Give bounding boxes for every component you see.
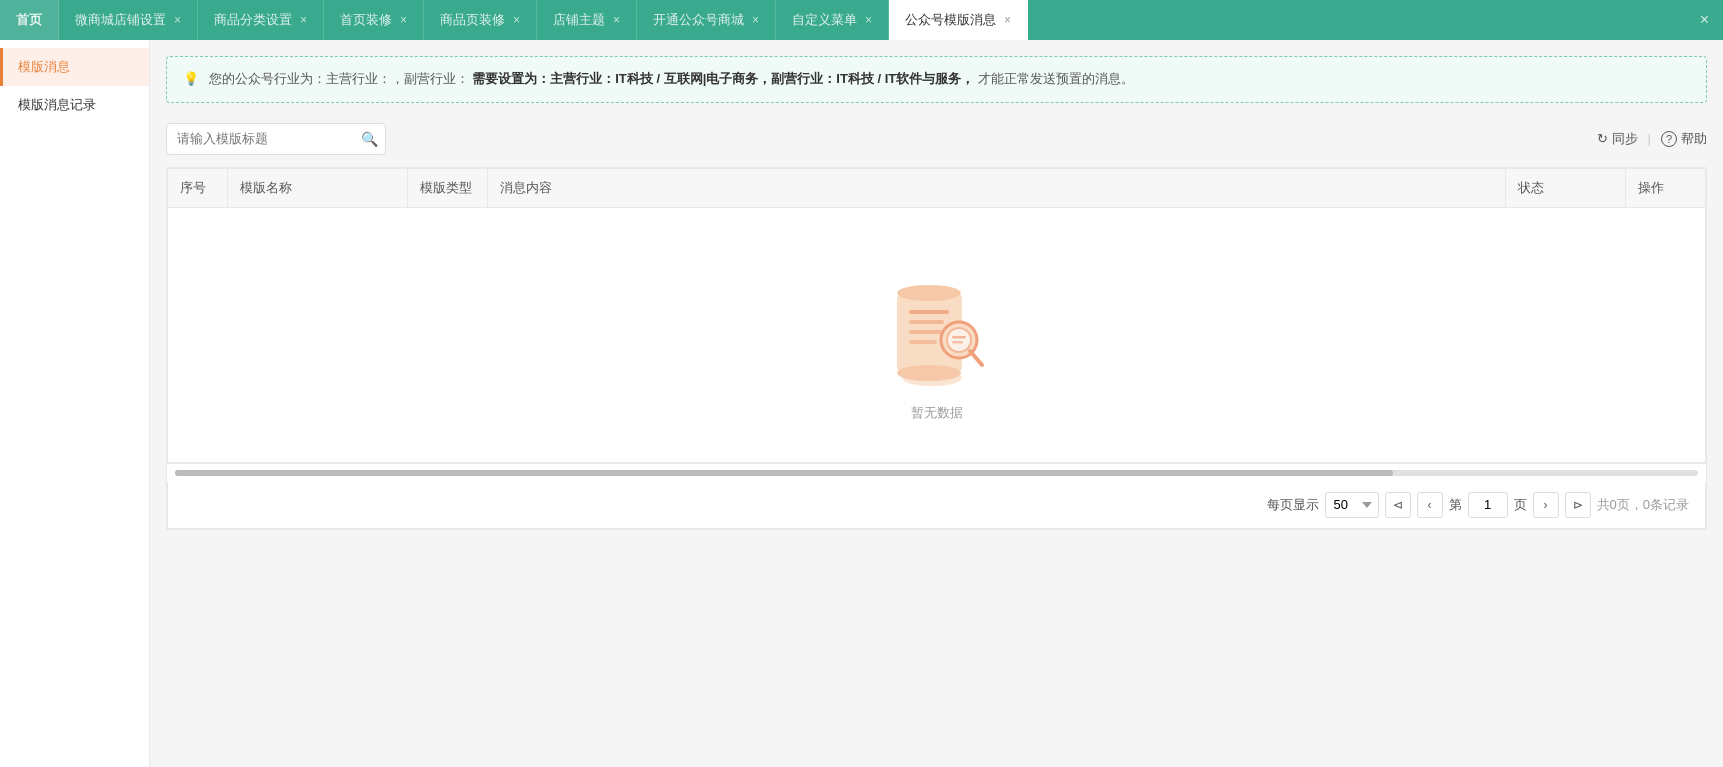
tab-close-open-wechat[interactable]: × (752, 13, 759, 27)
col-header-name: 模版名称 (228, 168, 408, 207)
help-icon: ? (1661, 131, 1677, 147)
toolbar-divider: | (1648, 131, 1651, 146)
table-container: 序号模版名称模版类型消息内容状态操作 (166, 167, 1707, 530)
tab-label: 商品分类设置 (214, 11, 292, 29)
page-prefix: 第 (1449, 496, 1462, 514)
svg-point-9 (947, 328, 971, 352)
search-bar: 🔍 ↻ 同步 | ? 帮助 (166, 123, 1707, 155)
page-size-select[interactable]: 50 10 20 100 (1325, 492, 1379, 518)
tab-bar: 首页微商城店铺设置×商品分类设置×首页装修×商品页装修×店铺主题×开通公众号商城… (0, 0, 1723, 40)
svg-rect-7 (909, 340, 937, 344)
search-input-wrap: 🔍 (166, 123, 386, 155)
tab-open-wechat[interactable]: 开通公众号商城 × (637, 0, 776, 40)
sidebar-item-template-msg-record[interactable]: 模版消息记录 (0, 86, 149, 124)
empty-state: 暂无数据 (168, 208, 1705, 462)
help-label: 帮助 (1681, 130, 1707, 148)
scrollbar-track[interactable] (175, 470, 1698, 476)
tab-product-decoration[interactable]: 商品页装修 × (424, 0, 537, 40)
notice-suffix: 才能正常发送预置的消息。 (978, 71, 1134, 86)
next-page-button[interactable]: › (1533, 492, 1559, 518)
tab-close-category-settings[interactable]: × (300, 13, 307, 27)
tab-close-shop-theme[interactable]: × (613, 13, 620, 27)
notice-box: 💡 您的公众号行业为：主营行业：，副营行业： 需要设置为：主营行业：IT科技 /… (166, 56, 1707, 103)
sidebar: 模版消息模版消息记录 (0, 40, 150, 767)
sidebar-item-template-msg[interactable]: 模版消息 (0, 48, 149, 86)
tab-label: 公众号模版消息 (905, 11, 996, 29)
tab-label: 首页装修 (340, 11, 392, 29)
tab-close-shop-settings[interactable]: × (174, 13, 181, 27)
tab-shop-settings[interactable]: 微商城店铺设置 × (59, 0, 198, 40)
col-header-seq: 序号 (168, 168, 228, 207)
total-info: 共0页，0条记录 (1597, 496, 1689, 514)
col-header-content: 消息内容 (488, 168, 1506, 207)
sync-label: 同步 (1612, 130, 1638, 148)
svg-point-2 (897, 285, 961, 301)
tab-close-custom-menu[interactable]: × (865, 13, 872, 27)
toolbar-right: ↻ 同步 | ? 帮助 (1597, 130, 1707, 148)
page-size-label: 每页显示 (1267, 496, 1319, 514)
col-header-status: 状态 (1506, 168, 1626, 207)
tab-close-product-decoration[interactable]: × (513, 13, 520, 27)
notice-highlight: 需要设置为：主营行业：IT科技 / 互联网|电子商务，副营行业：IT科技 / I… (472, 71, 974, 86)
col-header-type: 模版类型 (408, 168, 488, 207)
tab-template-msg[interactable]: 公众号模版消息 × (889, 0, 1028, 40)
svg-rect-5 (909, 320, 944, 324)
global-close-button[interactable]: × (1686, 11, 1723, 29)
help-button[interactable]: ? 帮助 (1661, 130, 1707, 148)
scrollbar-area[interactable] (167, 463, 1706, 482)
tab-custom-menu[interactable]: 自定义菜单 × (776, 0, 889, 40)
svg-rect-12 (952, 341, 963, 344)
svg-point-3 (897, 365, 961, 381)
data-table: 序号模版名称模版类型消息内容状态操作 (167, 168, 1706, 463)
notice-icon: 💡 (183, 71, 199, 86)
svg-rect-4 (909, 310, 949, 314)
content-area: 💡 您的公众号行业为：主营行业：，副营行业： 需要设置为：主营行业：IT科技 /… (150, 40, 1723, 767)
notice-prefix: 您的公众号行业为：主营行业：，副营行业： (209, 71, 469, 86)
page-suffix: 页 (1514, 496, 1527, 514)
scrollbar-thumb[interactable] (175, 470, 1393, 476)
search-input[interactable] (166, 123, 386, 155)
search-button[interactable]: 🔍 (361, 131, 378, 147)
svg-line-10 (970, 351, 982, 365)
tab-label: 微商城店铺设置 (75, 11, 166, 29)
tab-close-template-msg[interactable]: × (1004, 13, 1011, 27)
last-page-button[interactable]: ⊳ (1565, 492, 1591, 518)
empty-text: 暂无数据 (168, 404, 1705, 422)
empty-icon (877, 268, 997, 388)
col-header-actions: 操作 (1626, 168, 1706, 207)
tab-label: 店铺主题 (553, 11, 605, 29)
sync-icon: ↻ (1597, 131, 1608, 146)
tab-home[interactable]: 首页 (0, 0, 59, 40)
tab-close-home-decoration[interactable]: × (400, 13, 407, 27)
tab-label: 商品页装修 (440, 11, 505, 29)
tab-shop-theme[interactable]: 店铺主题 × (537, 0, 637, 40)
first-page-button[interactable]: ⊲ (1385, 492, 1411, 518)
tab-label: 开通公众号商城 (653, 11, 744, 29)
svg-rect-11 (952, 336, 966, 339)
main-layout: 模版消息模版消息记录 💡 您的公众号行业为：主营行业：，副营行业： 需要设置为：… (0, 40, 1723, 767)
tab-label: 首页 (16, 11, 42, 29)
sync-button[interactable]: ↻ 同步 (1597, 130, 1638, 148)
pagination-bar: 每页显示 50 10 20 100 ⊲ ‹ 第 页 › ⊳ 共0页，0条记录 (167, 482, 1706, 529)
tab-home-decoration[interactable]: 首页装修 × (324, 0, 424, 40)
tab-label: 自定义菜单 (792, 11, 857, 29)
prev-page-button[interactable]: ‹ (1417, 492, 1443, 518)
tab-category-settings[interactable]: 商品分类设置 × (198, 0, 324, 40)
page-number-input[interactable] (1468, 492, 1508, 518)
